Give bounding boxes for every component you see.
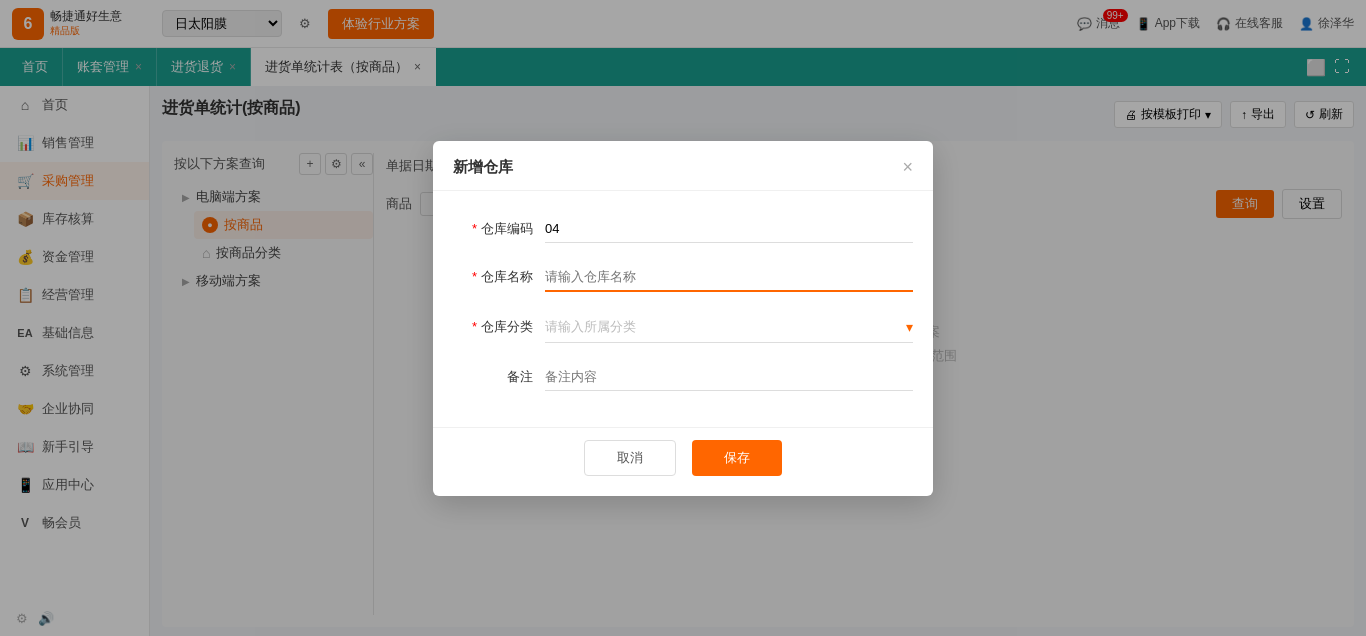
remark-label: 备注 bbox=[453, 368, 533, 386]
remark-input[interactable] bbox=[545, 363, 913, 391]
code-input[interactable] bbox=[545, 215, 913, 243]
save-button[interactable]: 保存 bbox=[692, 440, 782, 476]
category-placeholder: 请输入所属分类 bbox=[545, 318, 636, 336]
category-label: *仓库分类 bbox=[453, 318, 533, 336]
modal-title: 新增仓库 bbox=[453, 158, 513, 177]
cancel-button[interactable]: 取消 bbox=[584, 440, 676, 476]
category-select[interactable]: 请输入所属分类 ▾ bbox=[545, 312, 913, 343]
form-row-category: *仓库分类 请输入所属分类 ▾ bbox=[453, 312, 913, 343]
form-row-remark: 备注 bbox=[453, 363, 913, 391]
code-required: * bbox=[472, 221, 477, 236]
modal-header: 新增仓库 × bbox=[433, 141, 933, 191]
name-required: * bbox=[472, 269, 477, 284]
modal-footer: 取消 保存 bbox=[433, 427, 933, 496]
form-row-code: *仓库编码 bbox=[453, 215, 913, 243]
name-label: *仓库名称 bbox=[453, 268, 533, 286]
modal-overlay: 新增仓库 × *仓库编码 *仓库名称 *仓库分类 bbox=[0, 0, 1366, 636]
name-input[interactable] bbox=[545, 263, 913, 292]
code-label: *仓库编码 bbox=[453, 220, 533, 238]
modal-close-button[interactable]: × bbox=[902, 157, 913, 178]
category-dropdown-icon: ▾ bbox=[906, 319, 913, 335]
new-warehouse-modal: 新增仓库 × *仓库编码 *仓库名称 *仓库分类 bbox=[433, 141, 933, 496]
form-row-name: *仓库名称 bbox=[453, 263, 913, 292]
modal-body: *仓库编码 *仓库名称 *仓库分类 请输入所属分类 ▾ bbox=[433, 191, 933, 427]
category-required: * bbox=[472, 319, 477, 334]
